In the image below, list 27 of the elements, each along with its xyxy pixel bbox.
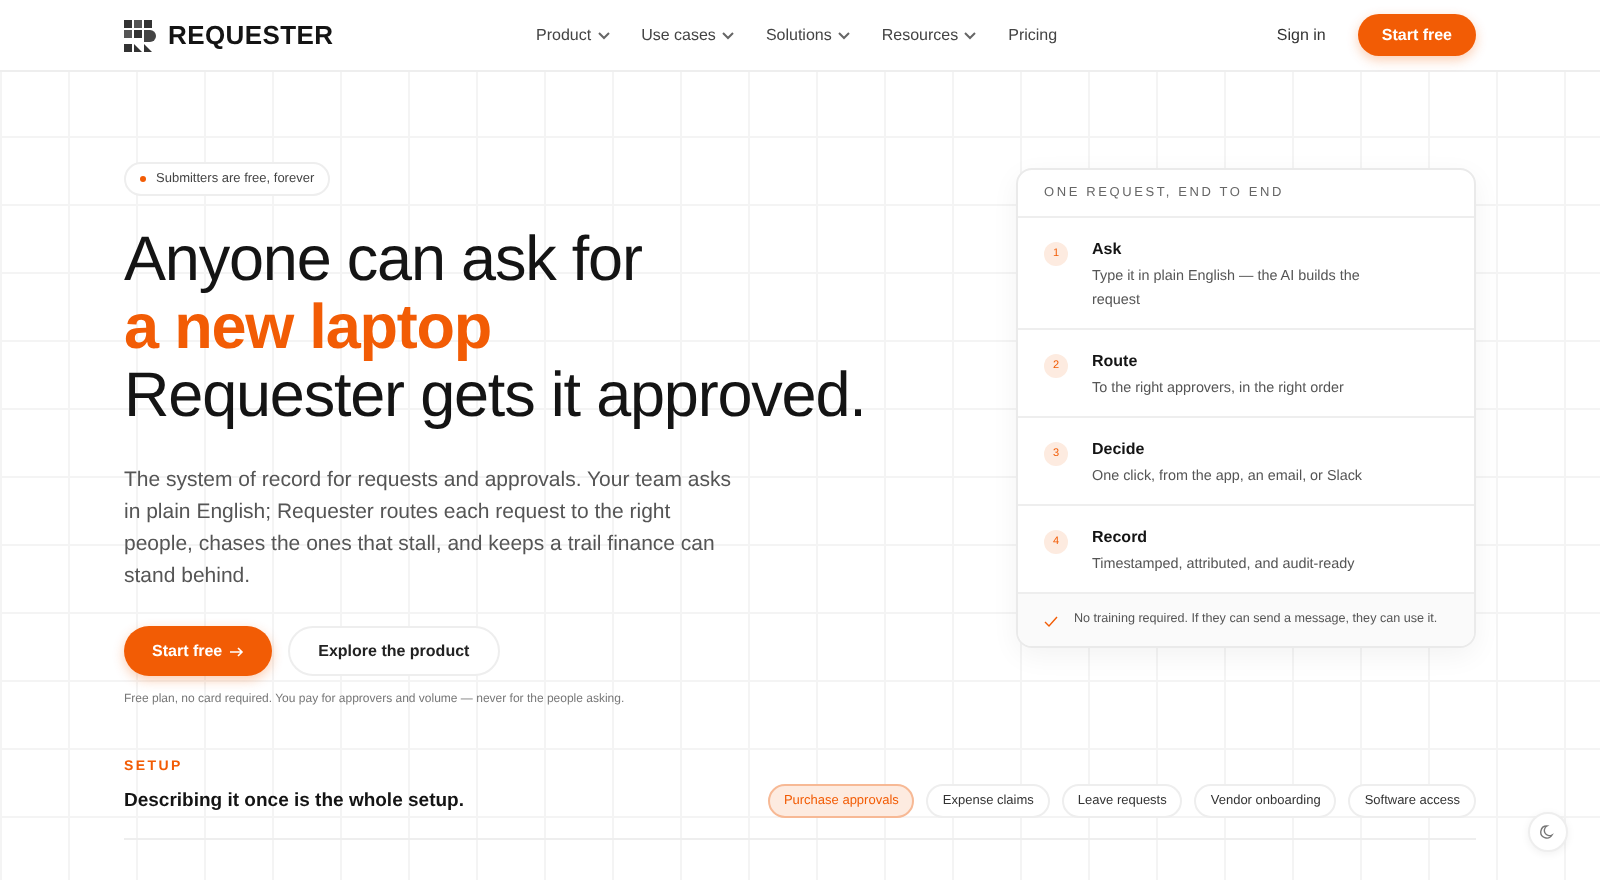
chevron-down-icon	[964, 31, 977, 39]
nav-link[interactable]: Use cases	[641, 26, 734, 44]
chevron-down-icon	[597, 31, 610, 39]
dot-icon	[140, 176, 146, 182]
logo-icon	[124, 19, 156, 51]
chevron-down-icon	[837, 31, 850, 39]
headline: Anyone can ask for	[124, 224, 644, 292]
step-title: Route	[1092, 352, 1140, 370]
chevron-down-icon	[721, 31, 734, 39]
sign-in-link[interactable]: Sign in	[1276, 26, 1326, 44]
headline: Requester gets it approved.	[124, 360, 868, 428]
nav-link[interactable]: Resources	[881, 26, 977, 44]
section-title: Describing it once is the whole setup.	[124, 790, 464, 812]
nav-link[interactable]: Solutions	[765, 26, 850, 44]
explore-product-button[interactable]: Explore the product	[288, 626, 500, 676]
hero-description: The system of record for requests and approvals. Your team asks in plain English; Requester routes each request to the right people, chases the ones that stall, and keeps a trail finance can stand behind.	[124, 466, 733, 592]
step-title: Record	[1092, 528, 1150, 546]
nav-link[interactable]: Pricing	[1008, 26, 1058, 44]
moon-icon	[1540, 824, 1556, 840]
check-icon	[1044, 616, 1058, 628]
step-title: Decide	[1092, 440, 1147, 458]
headline: a new laptop	[124, 292, 494, 360]
theme-toggle-button[interactable]	[1528, 812, 1568, 852]
brand-name[interactable]: REQUESTER	[168, 20, 334, 50]
arrow-right-icon	[230, 645, 245, 657]
step-title: Ask	[1092, 240, 1124, 258]
nav-link[interactable]: Product	[536, 26, 610, 44]
